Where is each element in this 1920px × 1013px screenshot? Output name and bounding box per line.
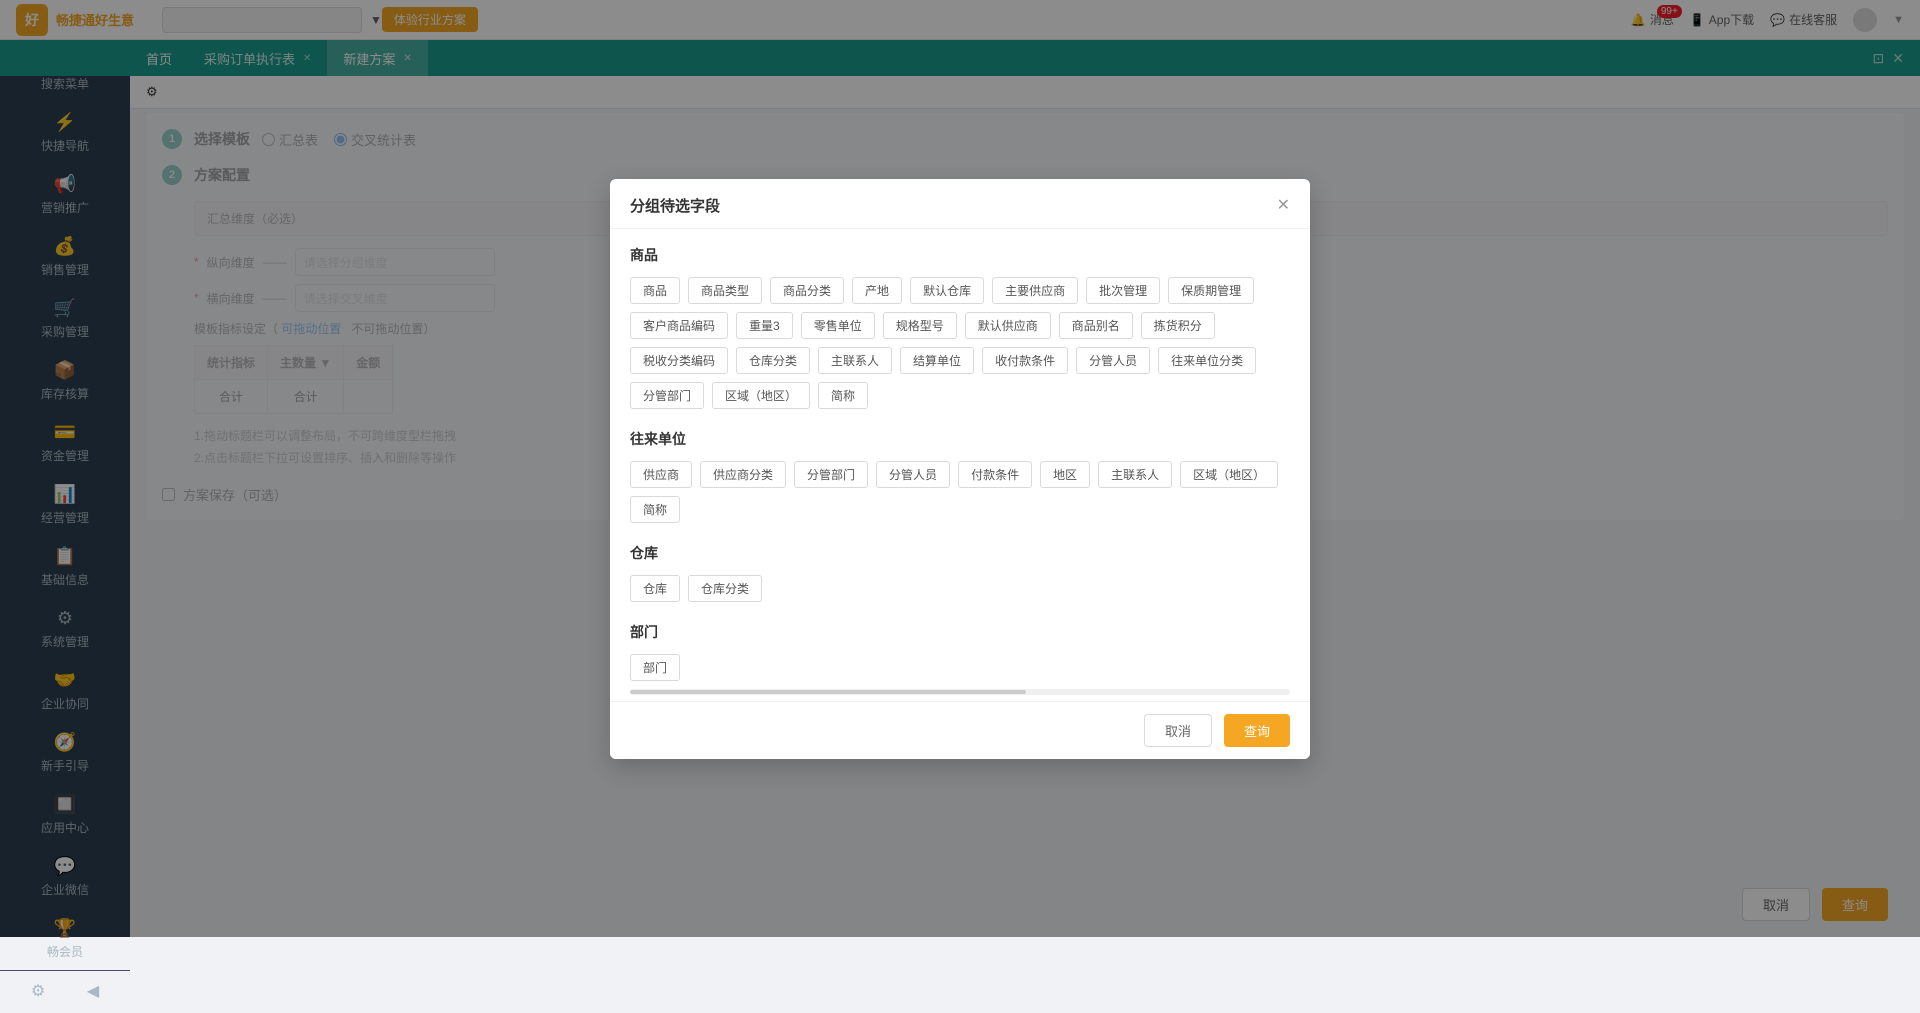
field-tag-department-0[interactable]: 部门 bbox=[630, 654, 680, 681]
modal-header: 分组待选字段 ✕ bbox=[610, 179, 1310, 229]
section-title-goods: 商品 bbox=[630, 245, 1290, 265]
field-tag-goods-10[interactable]: 零售单位 bbox=[801, 312, 875, 339]
field-tag-goods-20[interactable]: 分管人员 bbox=[1076, 347, 1150, 374]
field-tag-warehouse-1[interactable]: 仓库分类 bbox=[688, 575, 762, 602]
field-tag-counterpart-6[interactable]: 主联系人 bbox=[1098, 461, 1172, 488]
modal-body: 商品商品商品类型商品分类产地默认仓库主要供应商批次管理保质期管理客户商品编码重量… bbox=[610, 229, 1310, 689]
fields-grid-department: 部门 bbox=[630, 654, 1290, 681]
field-tag-goods-23[interactable]: 区域（地区） bbox=[712, 382, 810, 409]
section-warehouse: 仓库仓库仓库分类 bbox=[630, 543, 1290, 602]
section-department: 部门部门 bbox=[630, 622, 1290, 681]
field-tag-goods-0[interactable]: 商品 bbox=[630, 277, 680, 304]
fields-grid-warehouse: 仓库仓库分类 bbox=[630, 575, 1290, 602]
field-tag-goods-14[interactable]: 拣货积分 bbox=[1141, 312, 1215, 339]
fields-grid-counterpart: 供应商供应商分类分管部门分管人员付款条件地区主联系人区域（地区） 简称 bbox=[630, 461, 1290, 523]
field-tag-counterpart-7[interactable]: 区域（地区） bbox=[1180, 461, 1278, 488]
field-tag-goods-18[interactable]: 结算单位 bbox=[900, 347, 974, 374]
field-tag-goods-4[interactable]: 默认仓库 bbox=[910, 277, 984, 304]
field-tag-goods-1[interactable]: 商品类型 bbox=[688, 277, 762, 304]
field-tag-goods-24[interactable]: 简称 bbox=[818, 382, 868, 409]
field-tag-counterpart-1[interactable]: 供应商分类 bbox=[700, 461, 786, 488]
field-tag-goods-8[interactable]: 客户商品编码 bbox=[630, 312, 728, 339]
modal-field-select: 分组待选字段 ✕ 商品商品商品类型商品分类产地默认仓库主要供应商批次管理保质期管… bbox=[610, 179, 1310, 759]
field-tag-goods-3[interactable]: 产地 bbox=[852, 277, 902, 304]
field-tag-counterpart-5[interactable]: 地区 bbox=[1040, 461, 1090, 488]
field-tag-counterpart-4[interactable]: 付款条件 bbox=[958, 461, 1032, 488]
field-tag-goods-21[interactable]: 往来单位分类 bbox=[1158, 347, 1256, 374]
field-tag-goods-16[interactable]: 仓库分类 bbox=[736, 347, 810, 374]
horizontal-scrollbar[interactable] bbox=[630, 689, 1290, 695]
field-tag-warehouse-0[interactable]: 仓库 bbox=[630, 575, 680, 602]
modal-close-button[interactable]: ✕ bbox=[1277, 195, 1290, 215]
modal-cancel-button[interactable]: 取消 bbox=[1144, 714, 1212, 747]
section-counterpart: 往来单位供应商供应商分类分管部门分管人员付款条件地区主联系人区域（地区） 简称 bbox=[630, 429, 1290, 523]
section-title-department: 部门 bbox=[630, 622, 1290, 642]
field-tag-counterpart-2[interactable]: 分管部门 bbox=[794, 461, 868, 488]
modal-footer: 取消 查询 bbox=[610, 701, 1310, 759]
field-tag-counterpart-0[interactable]: 供应商 bbox=[630, 461, 692, 488]
field-tag-goods-17[interactable]: 主联系人 bbox=[818, 347, 892, 374]
field-tag-goods-15[interactable]: 税收分类编码 bbox=[630, 347, 728, 374]
modal-title: 分组待选字段 bbox=[630, 195, 720, 216]
field-tag-goods-13[interactable]: 商品别名 bbox=[1059, 312, 1133, 339]
field-tag-goods-5[interactable]: 主要供应商 bbox=[992, 277, 1078, 304]
scroll-thumb-x bbox=[630, 690, 1026, 694]
section-title-counterpart: 往来单位 bbox=[630, 429, 1290, 449]
field-tag-goods-6[interactable]: 批次管理 bbox=[1086, 277, 1160, 304]
section-title-warehouse: 仓库 bbox=[630, 543, 1290, 563]
field-tag-goods-11[interactable]: 规格型号 bbox=[883, 312, 957, 339]
field-tag-goods-7[interactable]: 保质期管理 bbox=[1168, 277, 1254, 304]
field-tag-goods-22[interactable]: 分管部门 bbox=[630, 382, 704, 409]
field-tag-goods-9[interactable]: 重量3 bbox=[736, 312, 793, 339]
field-tag-counterpart-3[interactable]: 分管人员 bbox=[876, 461, 950, 488]
field-tag-counterpart-8[interactable]: 简称 bbox=[630, 496, 680, 523]
section-goods: 商品商品商品类型商品分类产地默认仓库主要供应商批次管理保质期管理客户商品编码重量… bbox=[630, 245, 1290, 409]
field-tag-goods-12[interactable]: 默认供应商 bbox=[965, 312, 1051, 339]
field-tag-goods-2[interactable]: 商品分类 bbox=[770, 277, 844, 304]
field-tag-goods-19[interactable]: 收付款条件 bbox=[982, 347, 1068, 374]
fields-grid-goods: 商品商品类型商品分类产地默认仓库主要供应商批次管理保质期管理客户商品编码重量3 零… bbox=[630, 277, 1290, 409]
modal-confirm-button[interactable]: 查询 bbox=[1224, 714, 1290, 747]
